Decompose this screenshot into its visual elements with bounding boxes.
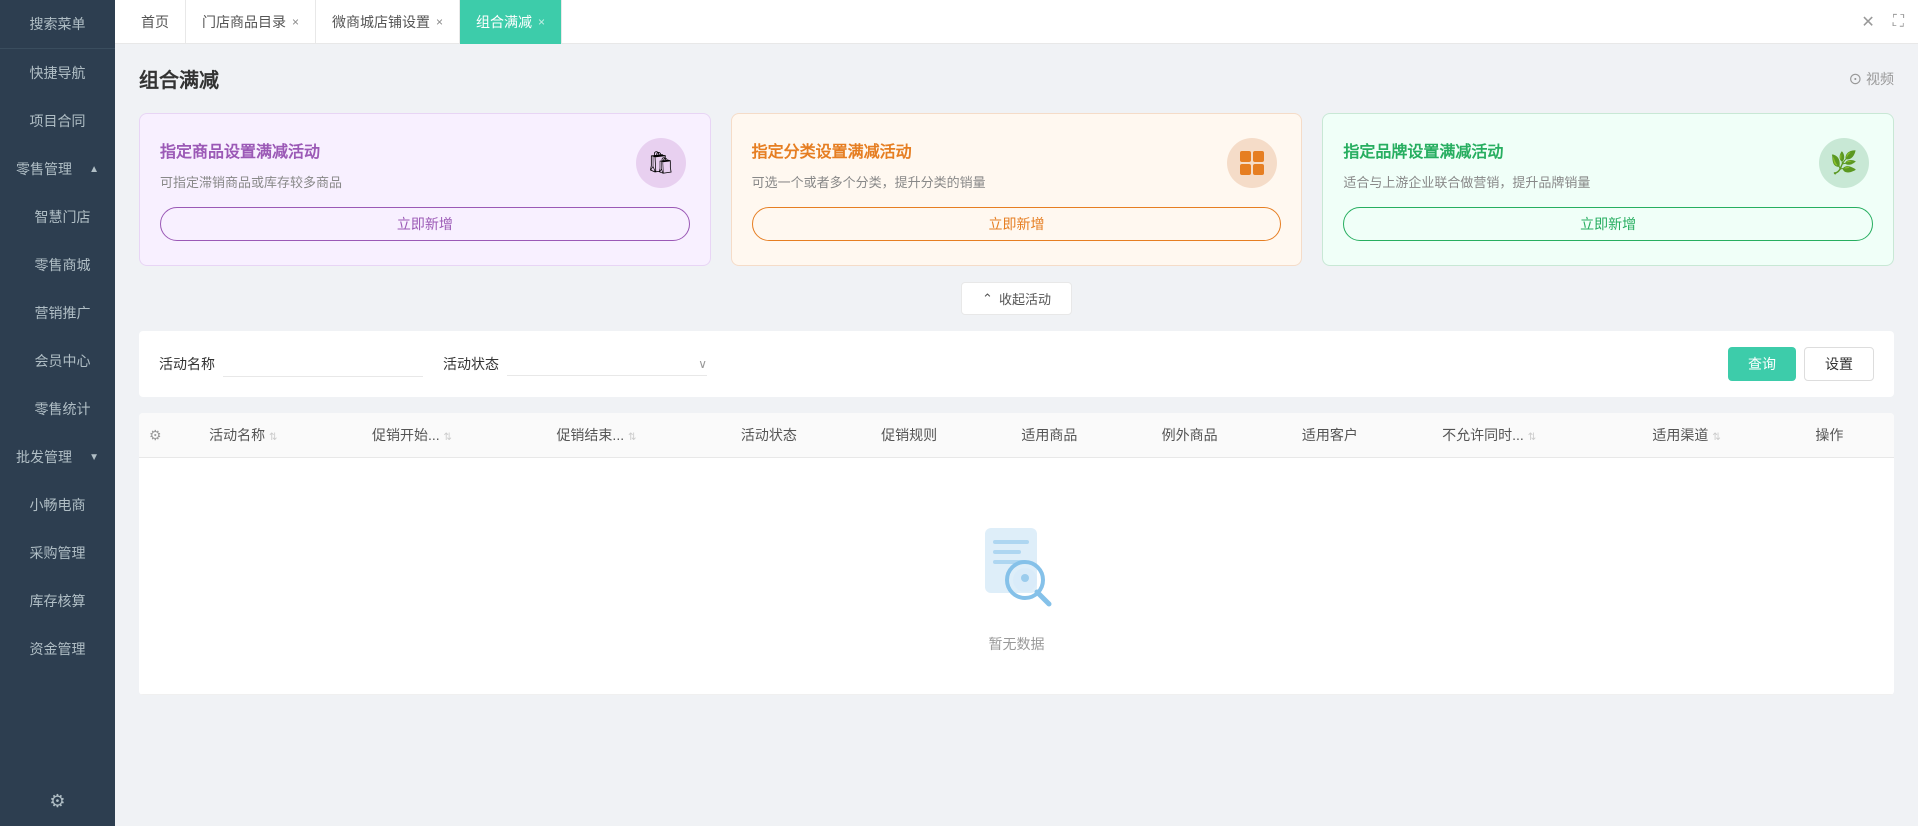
- settings-button[interactable]: 设置: [1804, 347, 1874, 381]
- filter-name-input[interactable]: [223, 352, 423, 377]
- sidebar-item-smart-store[interactable]: 智慧门店: [0, 193, 115, 241]
- card-goods-desc: 可指定滞销商品或库存较多商品: [160, 172, 690, 191]
- play-circle-icon: ⊙: [1849, 69, 1862, 89]
- filter-status-select[interactable]: ∨: [507, 353, 707, 376]
- card-brand-add-button[interactable]: 立即新增: [1343, 207, 1873, 241]
- card-category: 指定分类设置满减活动 可选一个或者多个分类，提升分类的销量 立即新增: [731, 113, 1303, 266]
- sort-icon[interactable]: ⇅: [269, 432, 277, 443]
- sidebar-item-retail-stats[interactable]: 零售统计: [0, 385, 115, 433]
- cards-row: 指定商品设置满减活动 可指定滞销商品或库存较多商品 🛍 立即新增 指定分类设置满…: [139, 113, 1894, 266]
- sort-icon[interactable]: ⇅: [444, 432, 452, 443]
- card-brand-icon: 🌿: [1819, 138, 1869, 188]
- filter-status-item: 活动状态 ∨: [443, 353, 707, 376]
- sidebar-item-finance-mgmt[interactable]: 资金管理: [0, 625, 115, 673]
- sort-icon[interactable]: ⇅: [628, 432, 636, 443]
- card-goods-title: 指定商品设置满减活动: [160, 138, 690, 162]
- chevron-down-icon: ▼: [89, 452, 99, 463]
- card-category-desc: 可选一个或者多个分类，提升分类的销量: [752, 172, 1282, 191]
- gear-icon[interactable]: ⚙: [149, 427, 162, 443]
- tab-home[interactable]: 首页: [125, 0, 186, 44]
- card-category-title: 指定分类设置满减活动: [752, 138, 1282, 162]
- card-brand: 指定品牌设置满减活动 适合与上游企业联合做营销，提升品牌销量 🌿 立即新增: [1322, 113, 1894, 266]
- empty-illustration: [967, 518, 1067, 618]
- col-promo-start: 促销开始... ⇅: [362, 413, 546, 458]
- col-name: 活动名称 ⇅: [199, 413, 362, 458]
- card-brand-desc: 适合与上游企业联合做营销，提升品牌销量: [1343, 172, 1873, 191]
- sidebar-item-quick-nav[interactable]: 快捷导航: [0, 49, 115, 97]
- chevron-up-icon: ⌃: [982, 291, 993, 307]
- empty-text: 暂无数据: [989, 634, 1045, 654]
- tab-close-store-catalog[interactable]: ×: [292, 15, 299, 29]
- tab-close-wechat-shop[interactable]: ×: [436, 15, 443, 29]
- card-goods: 指定商品设置满减活动 可指定滞销商品或库存较多商品 🛍 立即新增: [139, 113, 711, 266]
- page-content: 组合满减 ⊙ 视频 指定商品设置满减活动 可指定滞销商品或库存较多商品 🛍 立即…: [115, 44, 1918, 826]
- col-channel: 适用渠道 ⇅: [1642, 413, 1805, 458]
- col-settings[interactable]: ⚙: [139, 413, 199, 458]
- sidebar-search[interactable]: 搜索菜单: [0, 0, 115, 49]
- filter-buttons: 查询 设置: [1728, 347, 1874, 381]
- col-status: 活动状态: [731, 413, 871, 458]
- sort-icon[interactable]: ⇅: [1528, 432, 1536, 443]
- filter-row: 活动名称 活动状态 ∨ 查询 设置: [139, 331, 1894, 397]
- video-link[interactable]: ⊙ 视频: [1849, 69, 1894, 89]
- sidebar-item-retail-mall[interactable]: 零售商城: [0, 241, 115, 289]
- col-rule: 促销规则: [871, 413, 1011, 458]
- table-container: ⚙ 活动名称 ⇅ 促销开始... ⇅ 促销结束... ⇅: [139, 413, 1894, 695]
- col-actions: 操作: [1805, 413, 1894, 458]
- sidebar-item-member-center[interactable]: 会员中心: [0, 337, 115, 385]
- sidebar-item-project-contract[interactable]: 项目合同: [0, 97, 115, 145]
- col-goods: 适用商品: [1011, 413, 1151, 458]
- col-no-concurrent: 不允许同时... ⇅: [1432, 413, 1642, 458]
- gear-icon: ⚙: [49, 791, 65, 811]
- empty-row: 暂无数据: [139, 458, 1894, 695]
- card-brand-title: 指定品牌设置满减活动: [1343, 138, 1873, 162]
- data-table: ⚙ 活动名称 ⇅ 促销开始... ⇅ 促销结束... ⇅: [139, 413, 1894, 695]
- page-title: 组合满减: [139, 64, 219, 93]
- query-button[interactable]: 查询: [1728, 347, 1796, 381]
- tab-wechat-shop[interactable]: 微商城店铺设置 ×: [316, 0, 460, 44]
- sidebar-item-inventory-calc[interactable]: 库存核算: [0, 577, 115, 625]
- collapse-button[interactable]: ⌃ 收起活动: [961, 282, 1072, 315]
- filter-name-item: 活动名称: [159, 352, 423, 377]
- col-customer: 适用客户: [1292, 413, 1432, 458]
- tab-bar-actions: ✕ ⛶: [1857, 8, 1908, 36]
- tab-store-catalog[interactable]: 门店商品目录 ×: [186, 0, 316, 44]
- empty-state: 暂无数据: [139, 458, 1894, 694]
- col-exclude-goods: 例外商品: [1152, 413, 1292, 458]
- tab-combo-discount[interactable]: 组合满减 ×: [460, 0, 562, 44]
- filter-name-label: 活动名称: [159, 354, 215, 374]
- col-promo-end: 促销结束... ⇅: [546, 413, 730, 458]
- card-category-add-button[interactable]: 立即新增: [752, 207, 1282, 241]
- maximize-icon[interactable]: ⛶: [1889, 9, 1908, 35]
- tab-close-combo-discount[interactable]: ×: [538, 15, 545, 29]
- collapse-bar: ⌃ 收起活动: [139, 282, 1894, 315]
- sidebar-item-retail-mgmt[interactable]: 零售管理 ▲: [0, 145, 115, 193]
- sidebar-item-wholesale-mgmt[interactable]: 批发管理 ▼: [0, 433, 115, 481]
- close-window-icon[interactable]: ✕: [1857, 8, 1878, 36]
- chevron-up-icon: ▲: [89, 164, 99, 175]
- card-goods-add-button[interactable]: 立即新增: [160, 207, 690, 241]
- sidebar-item-xiaochang-ecom[interactable]: 小畅电商: [0, 481, 115, 529]
- sidebar-item-marketing[interactable]: 营销推广: [0, 289, 115, 337]
- table-header: ⚙ 活动名称 ⇅ 促销开始... ⇅ 促销结束... ⇅: [139, 413, 1894, 458]
- page-header: 组合满减 ⊙ 视频: [139, 64, 1894, 93]
- sidebar-item-purchase-mgmt[interactable]: 采购管理: [0, 529, 115, 577]
- chevron-down-icon: ∨: [698, 357, 707, 371]
- card-goods-icon: 🛍: [636, 138, 686, 188]
- tab-bar: 首页 门店商品目录 × 微商城店铺设置 × 组合满减 × ✕ ⛶: [115, 0, 1918, 44]
- sidebar: 搜索菜单 快捷导航 项目合同 零售管理 ▲ 智慧门店 零售商城 营销推广 会员中…: [0, 0, 115, 826]
- card-category-icon: [1227, 138, 1277, 188]
- filter-status-label: 活动状态: [443, 354, 499, 374]
- main-area: 首页 门店商品目录 × 微商城店铺设置 × 组合满减 × ✕ ⛶ 组合满减 ⊙ …: [115, 0, 1918, 826]
- table-body: 暂无数据: [139, 458, 1894, 695]
- sidebar-settings-btn[interactable]: ⚙: [0, 777, 115, 826]
- sort-icon[interactable]: ⇅: [1712, 432, 1720, 443]
